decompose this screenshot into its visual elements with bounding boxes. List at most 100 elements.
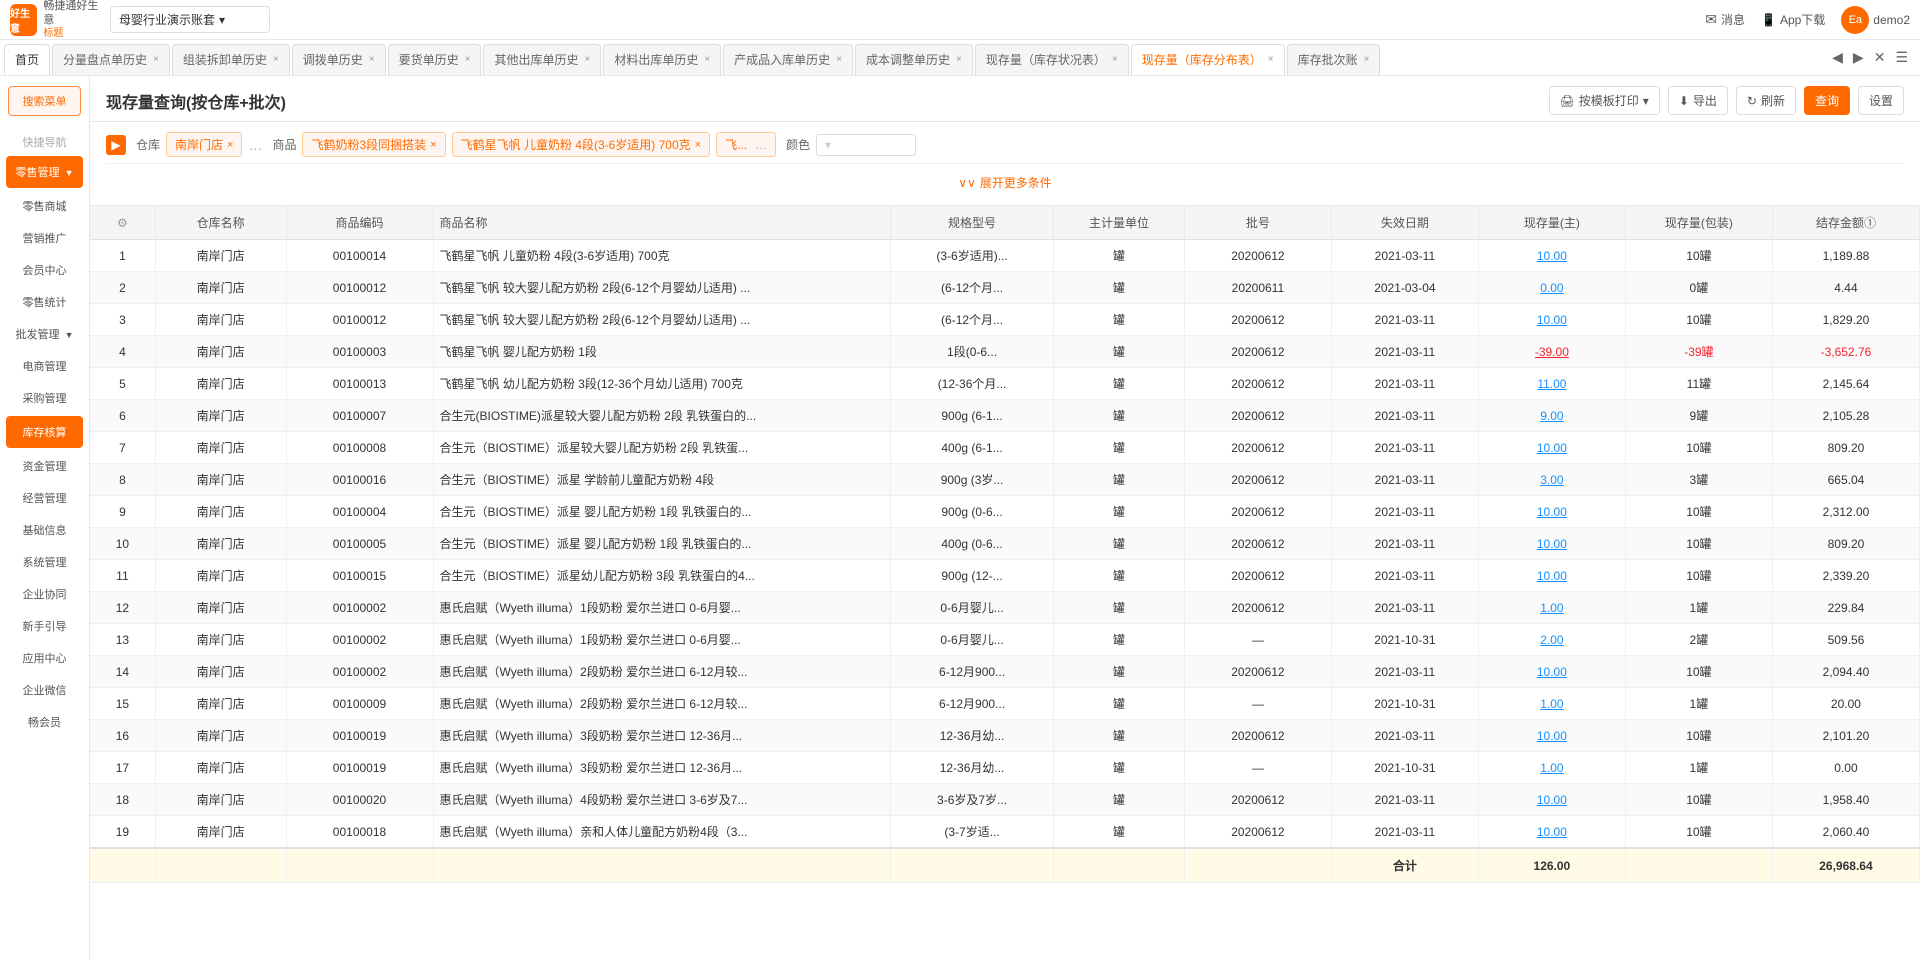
sidebar-item-purchase[interactable]: 采购管理 [0,382,89,414]
tab-close-3[interactable]: × [369,54,375,65]
sidebar-item-inventory[interactable]: 库存核算 [6,416,83,448]
user-area[interactable]: Ea demo2 [1841,6,1910,34]
expand-conditions-button[interactable]: ∨∨ 展开更多条件 [958,174,1052,191]
warehouse-more-icon[interactable]: … [248,137,262,153]
row-stock-main[interactable]: 1.00 [1478,752,1625,784]
row-stock-main[interactable]: 10.00 [1478,560,1625,592]
refresh-button[interactable]: ↻ 刷新 [1736,86,1796,115]
filter-expand-toggle[interactable]: ▶ [106,135,126,155]
col-settings[interactable]: ⚙ [90,206,155,240]
row-stock-pkg: 10罐 [1625,304,1772,336]
sidebar-item-marketing[interactable]: 营销推广 [0,222,89,254]
tab-delivery[interactable]: 要货单历史 × [388,44,482,76]
row-balance: 1,189.88 [1772,240,1919,272]
tab-other-out[interactable]: 其他出库单历史 × [483,44,601,76]
row-stock-main[interactable]: 10.00 [1478,432,1625,464]
sidebar-item-finance[interactable]: 资金管理 [0,450,89,482]
row-seq: 12 [90,592,155,624]
row-stock-main[interactable]: 1.00 [1478,688,1625,720]
product-remove-0-icon[interactable]: × [430,139,436,151]
tab-disassemble[interactable]: 组装拆卸单历史 × [172,44,290,76]
tab-next-btn[interactable]: ▶ [1849,49,1868,66]
tab-product-in[interactable]: 产成品入库单历史 × [723,44,853,76]
sidebar-item-business[interactable]: 经营管理 [0,482,89,514]
row-stock-main[interactable]: 1.00 [1478,592,1625,624]
tab-close-8[interactable]: × [956,54,962,65]
tab-batch-account[interactable]: 库存批次账 × [1287,44,1381,76]
row-stock-main[interactable]: -39.00 [1478,336,1625,368]
sidebar-item-system[interactable]: 系统管理 [0,546,89,578]
sidebar-item-fan-member[interactable]: 畅会员 [0,706,89,738]
tab-close-2[interactable]: × [273,54,279,65]
row-stock-main[interactable]: 10.00 [1478,720,1625,752]
sidebar-item-member[interactable]: 会员中心 [0,254,89,286]
row-stock-main[interactable]: 10.00 [1478,496,1625,528]
tab-home[interactable]: 首页 [4,44,50,76]
warehouse-remove-icon[interactable]: × [227,139,233,151]
sidebar-item-wholesale[interactable]: 批发管理 ▼ [0,318,89,350]
tab-close-10[interactable]: × [1268,54,1274,65]
tab-split-inventory[interactable]: 分量盘点单历史 × [52,44,170,76]
sidebar-item-retail[interactable]: 零售管理 ▼ [6,156,83,188]
row-unit: 罐 [1054,688,1185,720]
tab-close-9[interactable]: × [1112,54,1118,65]
row-stock-main[interactable]: 10.00 [1478,528,1625,560]
export-button[interactable]: ⬇ 导出 [1668,86,1728,115]
settings-button[interactable]: 设置 [1858,86,1904,115]
sidebar-item-basic[interactable]: 基础信息 [0,514,89,546]
warehouse-tag[interactable]: 南岸门店 × [166,132,242,157]
row-stock-main[interactable]: 10.00 [1478,656,1625,688]
query-button[interactable]: 查询 [1804,86,1850,115]
color-dropdown[interactable]: ▾ [816,134,916,156]
sidebar-search-area: 搜索菜单 [0,76,89,126]
table-row: 18南岸门店00100020惠氏启赋（Wyeth illuma）4段奶粉 爱尔兰… [90,784,1920,816]
row-seq: 6 [90,400,155,432]
sidebar-item-app-center[interactable]: 应用中心 [0,642,89,674]
tab-close-6[interactable]: × [704,54,710,65]
filter-expand-row: ∨∨ 展开更多条件 [106,163,1904,195]
footer-cell-9 [1625,848,1772,883]
sidebar-item-corp-wechat[interactable]: 企业微信 [0,674,89,706]
row-stock-main[interactable]: 10.00 [1478,304,1625,336]
tab-close-5[interactable]: × [584,54,590,65]
tab-close-4[interactable]: × [465,54,471,65]
tab-stock-status[interactable]: 现存量（库存状况表） × [975,44,1129,76]
tab-close-7[interactable]: × [836,54,842,65]
sidebar-item-retail-mall[interactable]: 零售商城 [0,190,89,222]
tab-stock-dist[interactable]: 现存量（库存分布表） × [1131,44,1285,76]
row-stock-main[interactable]: 9.00 [1478,400,1625,432]
app-download-button[interactable]: 📱 App下载 [1761,11,1825,28]
tab-bar: 首页 分量盘点单历史 × 组装拆卸单历史 × 调拨单历史 × 要货单历史 × 其… [0,40,1920,76]
sidebar-item-guide[interactable]: 新手引导 [0,610,89,642]
sidebar-item-retail-stats[interactable]: 零售统计 [0,286,89,318]
row-stock-main[interactable]: 0.00 [1478,272,1625,304]
product-tag-1[interactable]: 飞鹤星飞帆 儿童奶粉 4段(3-6岁适用) 700克 × [452,132,710,157]
row-name: 合生元（BIOSTIME）派星 学龄前儿童配方奶粉 4段 [433,464,890,496]
row-stock-main[interactable]: 2.00 [1478,624,1625,656]
sidebar-item-enterprise[interactable]: 企业协同 [0,578,89,610]
print-button[interactable]: 🖨 按模板打印 ▾ [1549,86,1660,115]
message-button[interactable]: ✉ 消息 [1705,11,1745,28]
product-tag-0[interactable]: 飞鹤奶粉3段同捆搭装 × [302,132,445,157]
tab-cost-adjust[interactable]: 成本调整单历史 × [855,44,973,76]
tab-close-11[interactable]: × [1364,54,1370,65]
tab-prev-btn[interactable]: ◀ [1828,49,1847,66]
tab-mix-order[interactable]: 调拨单历史 × [292,44,386,76]
tab-close-1[interactable]: × [153,54,159,65]
row-stock-main[interactable]: 10.00 [1478,784,1625,816]
col-settings-icon[interactable]: ⚙ [117,216,128,230]
org-selector[interactable]: 母婴行业演示账套 ▾ [110,6,270,33]
row-stock-main[interactable]: 10.00 [1478,240,1625,272]
tab-menu-btn[interactable]: ☰ [1891,49,1912,66]
sidebar-item-ecommerce[interactable]: 电商管理 [0,350,89,382]
product-remove-1-icon[interactable]: × [695,139,701,151]
search-menu-button[interactable]: 搜索菜单 [8,86,81,116]
tab-close-all-btn[interactable]: ✕ [1870,49,1890,66]
row-stock-main[interactable]: 10.00 [1478,816,1625,849]
row-stock-main[interactable]: 3.00 [1478,464,1625,496]
row-stock-main[interactable]: 11.00 [1478,368,1625,400]
inventory-table-container: ⚙ 仓库名称 商品编码 商品名称 规格型号 主计量单位 批号 失效日期 现存量(… [90,206,1920,960]
col-expire-header: 失效日期 [1331,206,1478,240]
product-tag-more[interactable]: 飞... … [716,132,776,157]
tab-material-out[interactable]: 材料出库单历史 × [603,44,721,76]
